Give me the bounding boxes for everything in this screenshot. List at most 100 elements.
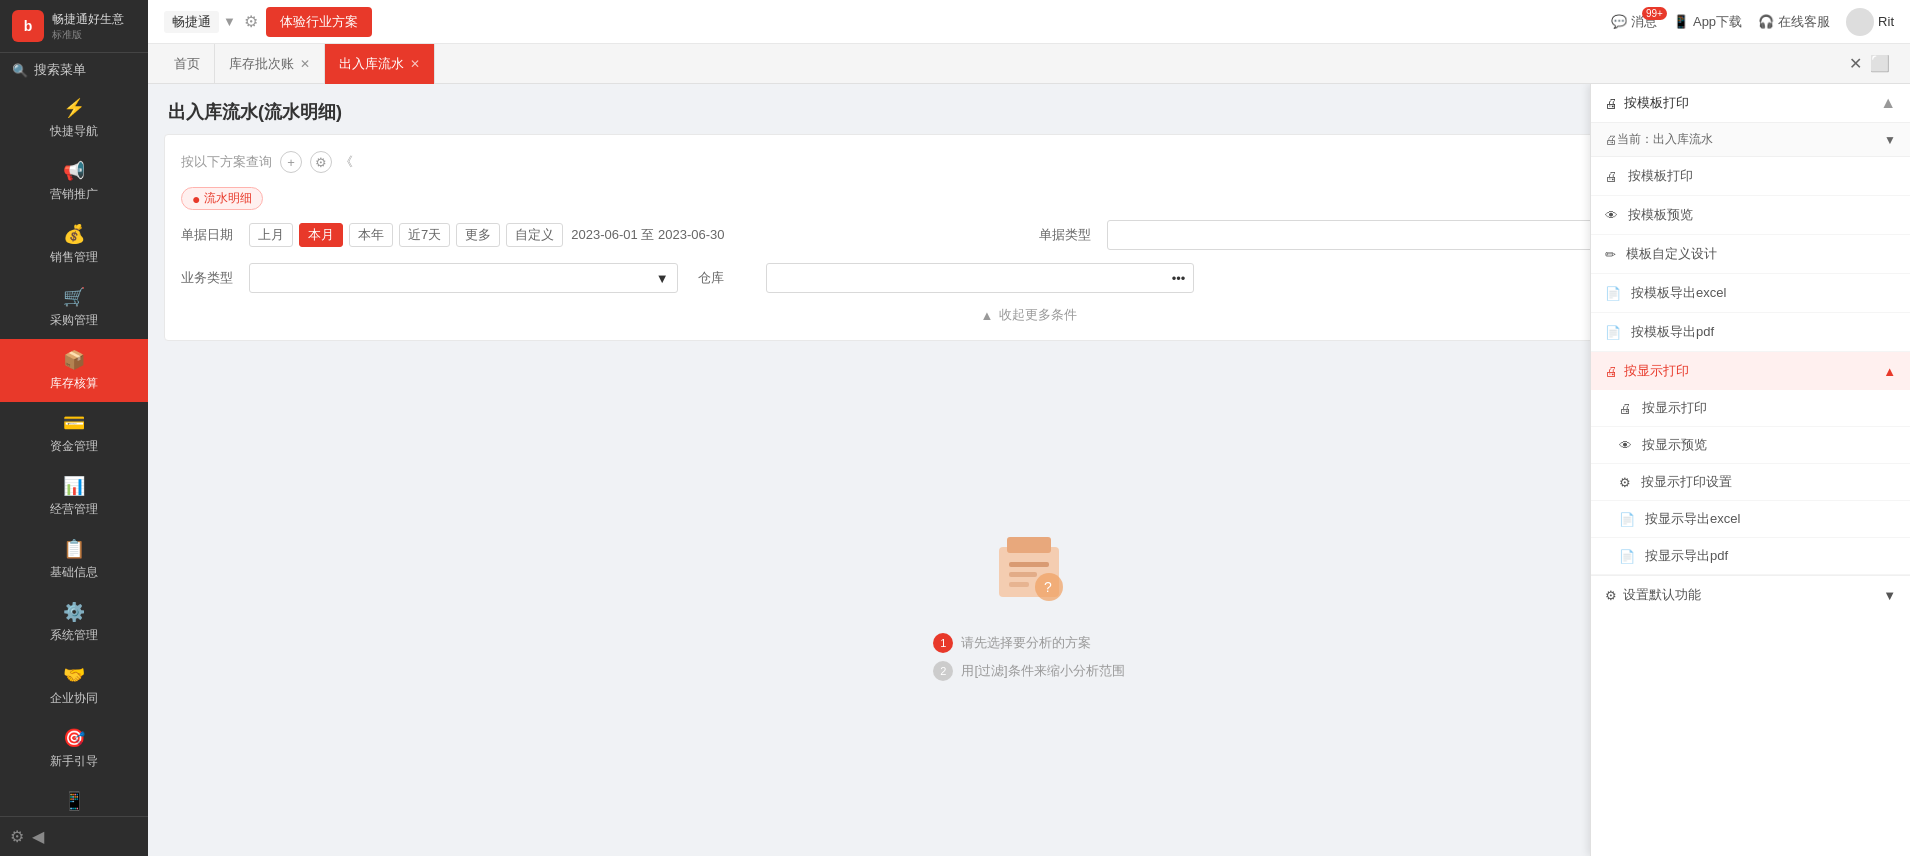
sidebar-item-system[interactable]: ⚙️ 系统管理 [0, 591, 148, 654]
rp-sub-display-preview[interactable]: 👁 按显示预览 [1591, 427, 1910, 464]
date-more-btn[interactable]: 更多 [456, 223, 500, 247]
rp-current-item: 🖨 当前：出入库流水 ▼ [1591, 123, 1910, 157]
rp-item-label: 按模板导出pdf [1631, 323, 1714, 341]
rp-sub-display-pdf[interactable]: 📄 按显示导出pdf [1591, 538, 1910, 575]
message-button[interactable]: 💬 消息 99+ [1611, 13, 1657, 31]
date-this-year-btn[interactable]: 本年 [349, 223, 393, 247]
sidebar-item-basic[interactable]: 📋 基础信息 [0, 528, 148, 591]
svg-rect-1 [1007, 537, 1051, 553]
sidebar-item-newbie[interactable]: 🎯 新手引导 [0, 717, 148, 780]
filter-doctype-label: 单据类型 [1039, 226, 1099, 244]
sidebar-item-cooperation[interactable]: 🤝 企业协同 [0, 654, 148, 717]
rp-sub-display-settings[interactable]: ⚙ 按显示打印设置 [1591, 464, 1910, 501]
basic-icon: 📋 [63, 538, 85, 560]
sidebar-item-label: 快捷导航 [50, 123, 98, 140]
tab-home[interactable]: 首页 [160, 44, 215, 84]
maximize-icon[interactable]: ⬜ [1870, 54, 1890, 73]
tab-batch-account-label: 库存批次账 [229, 55, 294, 73]
topbar-right: 💬 消息 99+ 📱 App下载 🎧 在线客服 Rit [1611, 8, 1894, 36]
rp-title: 🖨 按模板打印 [1605, 94, 1689, 112]
service-icon: 🎧 [1758, 14, 1774, 29]
app-download-button[interactable]: 📱 App下载 [1673, 13, 1742, 31]
tab-batch-account-close[interactable]: ✕ [300, 57, 310, 71]
settings-bottom-icon[interactable]: ⚙ [10, 827, 24, 846]
filter-warehouse-label: 仓库 [698, 269, 758, 287]
sidebar-item-purchase[interactable]: 🛒 采购管理 [0, 276, 148, 339]
sidebar-item-label: 企业协同 [50, 690, 98, 707]
filter-field-warehouse: 仓库 ••• [698, 263, 1195, 293]
date-range-text: 2023-06-01 至 2023-06-30 [571, 226, 724, 244]
rp-current-arrow: ▼ [1884, 133, 1896, 147]
rp-current-label: 当前：出入库流水 [1617, 131, 1713, 148]
rp-item-template-preview[interactable]: 👁 按模板预览 [1591, 196, 1910, 235]
filter-add-button[interactable]: + [280, 151, 302, 173]
rp-sub-display-print[interactable]: 🖨 按显示打印 [1591, 390, 1910, 427]
user-menu-button[interactable]: Rit [1846, 8, 1894, 36]
sidebar-item-label: 采购管理 [50, 312, 98, 329]
date-quick-buttons: 上月 本月 本年 近7天 更多 自定义 [249, 223, 563, 247]
date-custom-btn[interactable]: 自定义 [506, 223, 563, 247]
sidebar-item-app-center[interactable]: 📱 应用中心 [0, 780, 148, 816]
rp-item-template-print[interactable]: 🖨 按模板打印 [1591, 157, 1910, 196]
app-center-icon: 📱 [63, 790, 85, 812]
sidebar-item-label: 基础信息 [50, 564, 98, 581]
sidebar-item-operation[interactable]: 📊 经营管理 [0, 465, 148, 528]
service-label: 在线客服 [1778, 13, 1830, 31]
rp-sub-preview-icon: 👁 [1619, 438, 1632, 453]
system-icon: ⚙️ [63, 601, 85, 623]
rp-item-label: 模板自定义设计 [1626, 245, 1717, 263]
message-badge: 99+ [1642, 7, 1667, 20]
sidebar-item-sales[interactable]: 💰 销售管理 [0, 213, 148, 276]
empty-steps: 1 请先选择要分析的方案 2 用[过滤]条件来缩小分析范围 [933, 633, 1124, 681]
warehouse-more-icon: ••• [1172, 271, 1186, 286]
svg-text:?: ? [1044, 579, 1052, 595]
rp-item-template-export-excel[interactable]: 📄 按模板导出excel [1591, 274, 1910, 313]
rp-sub-item-label: 按显示导出excel [1645, 510, 1740, 528]
user-avatar [1846, 8, 1874, 36]
page-wrapper: 出入库流水(流水明细) 🖨 按模板打印 ▲ 📤 导出 🔄 刷新 [148, 84, 1910, 856]
rp-item-template-design[interactable]: ✏ 模板自定义设计 [1591, 235, 1910, 274]
sidebar-item-marketing[interactable]: 📢 营销推广 [0, 150, 148, 213]
date-last-month-btn[interactable]: 上月 [249, 223, 293, 247]
tab-flow-close[interactable]: ✕ [410, 57, 420, 71]
topbar-settings-icon[interactable]: ⚙ [244, 12, 258, 31]
filter-settings-button[interactable]: ⚙ [310, 151, 332, 173]
filter-field-biz-type: 业务类型 ▼ [181, 263, 678, 293]
filter-tag-icon: ● [192, 191, 200, 207]
sidebar-logo: b 畅捷通好生意 标准版 [0, 0, 148, 53]
step-2-text: 用[过滤]条件来缩小分析范围 [961, 662, 1124, 680]
topbar-left: 畅捷通 ▼ ⚙ 体验行业方案 [164, 7, 1599, 37]
online-service-button[interactable]: 🎧 在线客服 [1758, 13, 1830, 31]
collapse-sidebar-button[interactable]: ◀ [32, 827, 44, 846]
empty-step-1: 1 请先选择要分析的方案 [933, 633, 1124, 653]
filter-collapse-button[interactable]: 《 [340, 153, 353, 171]
date-this-month-btn[interactable]: 本月 [299, 223, 343, 247]
newbie-icon: 🎯 [63, 727, 85, 749]
biz-type-select[interactable]: ▼ [249, 263, 678, 293]
rp-footer[interactable]: ⚙ 设置默认功能 ▼ [1591, 575, 1910, 614]
tab-flow[interactable]: 出入库流水 ✕ [325, 44, 435, 84]
search-menu-button[interactable]: 🔍 搜索菜单 [0, 53, 148, 87]
rp-pdf-icon: 📄 [1605, 325, 1621, 340]
warehouse-select[interactable]: ••• [766, 263, 1195, 293]
rp-section-label: 按显示打印 [1624, 362, 1689, 380]
rp-sub-excel-icon: 📄 [1619, 512, 1635, 527]
tab-batch-account[interactable]: 库存批次账 ✕ [215, 44, 325, 84]
sidebar-item-finance[interactable]: 💳 资金管理 [0, 402, 148, 465]
rp-item-template-export-pdf[interactable]: 📄 按模板导出pdf [1591, 313, 1910, 352]
date-last-7days-btn[interactable]: 近7天 [399, 223, 450, 247]
filter-field-date: 单据日期 上月 本月 本年 近7天 更多 自定义 2023-06-01 至 20… [181, 223, 1019, 247]
rp-item-label: 按模板打印 [1628, 167, 1693, 185]
trial-button[interactable]: 体验行业方案 [266, 7, 372, 37]
rp-display-section-header[interactable]: 🖨 按显示打印 ▲ [1591, 352, 1910, 390]
app-label: App下载 [1693, 13, 1742, 31]
search-icon: 🔍 [12, 63, 28, 78]
account-selector[interactable]: 畅捷通 ▼ [164, 11, 236, 33]
sidebar-item-quick-nav[interactable]: ⚡ 快捷导航 [0, 87, 148, 150]
inventory-icon: 📦 [63, 349, 85, 371]
rp-up-icon[interactable]: ▲ [1880, 94, 1896, 112]
rp-sub-display-excel[interactable]: 📄 按显示导出excel [1591, 501, 1910, 538]
close-tab-icon[interactable]: ✕ [1849, 54, 1862, 73]
main-content: 畅捷通 ▼ ⚙ 体验行业方案 💬 消息 99+ 📱 App下载 🎧 在线客服 [148, 0, 1910, 856]
sidebar-item-inventory[interactable]: 📦 库存核算 [0, 339, 148, 402]
